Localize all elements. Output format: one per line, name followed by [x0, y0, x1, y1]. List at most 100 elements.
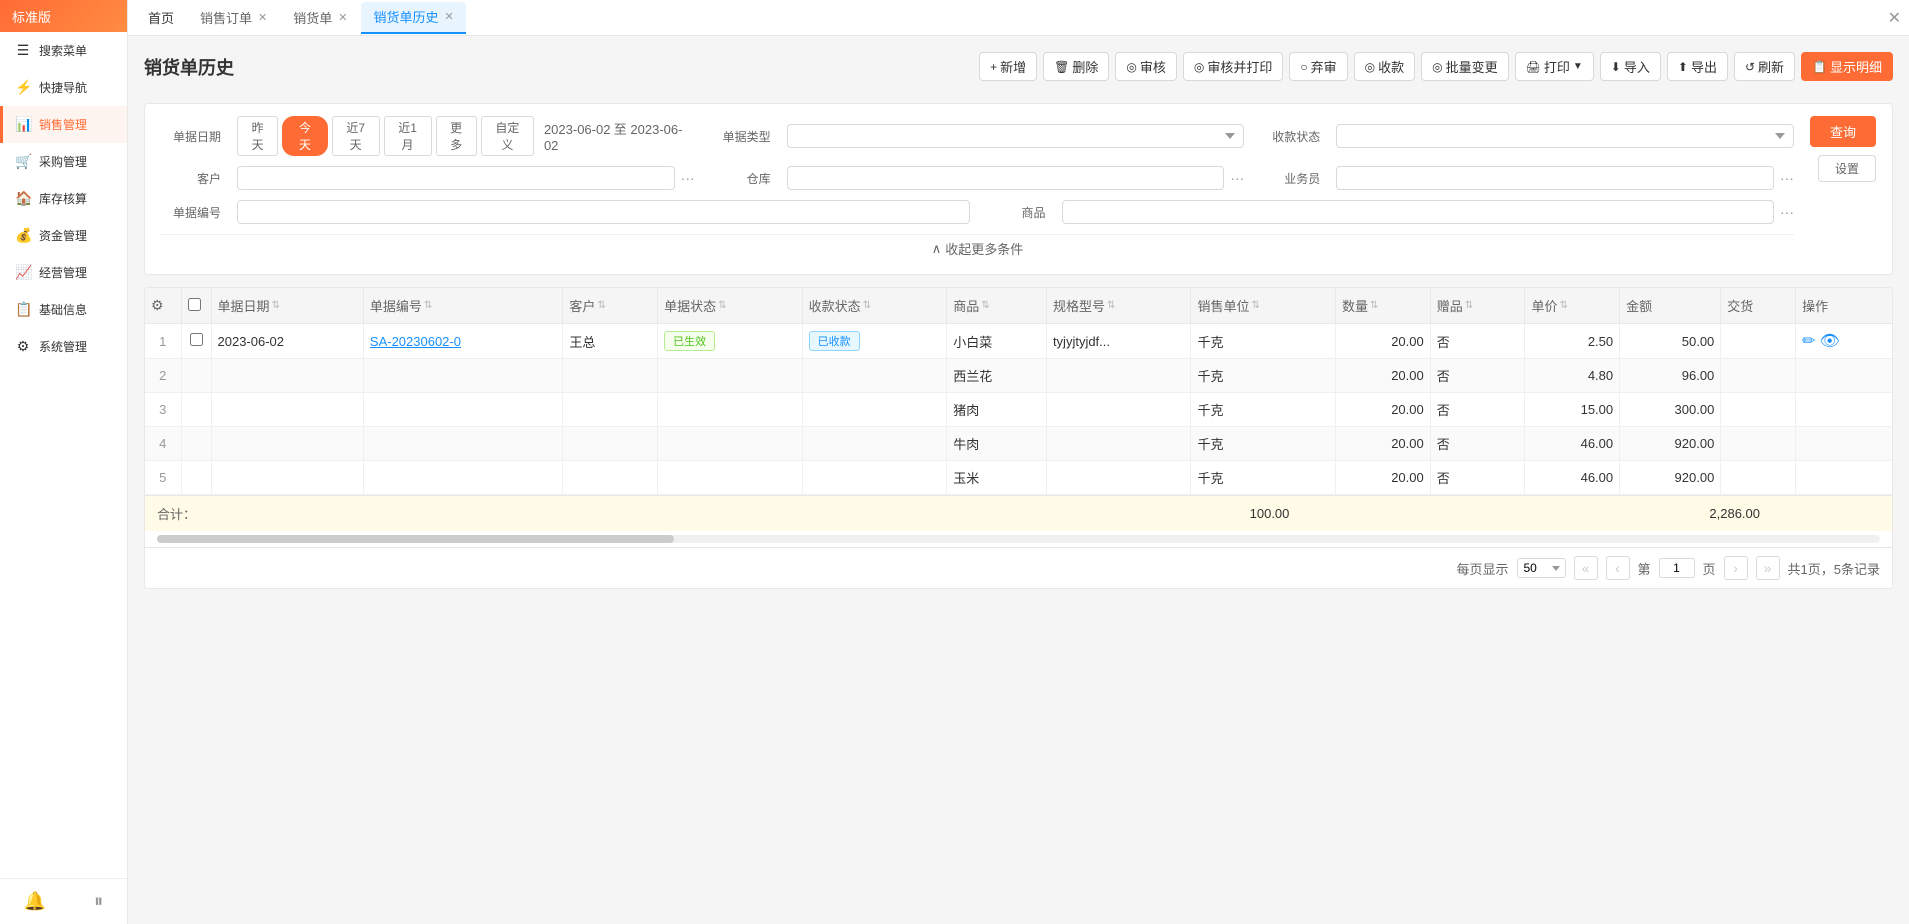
abandon-icon: ○ [1300, 60, 1307, 74]
filter-main: 单据日期 昨天 今天 近7天 近1月 更多 自定义 2023 [161, 116, 1794, 262]
cell-doc-status [658, 393, 803, 427]
table-container: ⚙ 单据日期 ⇅ 单据编号 [144, 287, 1893, 589]
page-content: 销货单历史 + 新增 🗑 删除 ◎ 审核 ◎ 审核并打印 [128, 36, 1909, 924]
audit-button[interactable]: ◎ 审核 [1115, 52, 1177, 81]
sort-payment-status-icon[interactable]: ⇅ [863, 300, 871, 311]
sort-gift-icon[interactable]: ⇅ [1465, 300, 1473, 311]
goods-dots[interactable]: ··· [1780, 204, 1794, 220]
query-button[interactable]: 查询 [1810, 116, 1876, 147]
tab-home[interactable]: 首页 [136, 2, 186, 34]
export-button[interactable]: ⬆ 导出 [1667, 52, 1728, 81]
goods-input[interactable] [1062, 200, 1775, 224]
tab-sales-history-close[interactable]: ✕ [445, 10, 454, 23]
payment-status-select[interactable] [1336, 124, 1794, 148]
customer-input[interactable] [237, 166, 675, 190]
th-transaction-label: 交货 [1727, 299, 1753, 314]
first-page-button[interactable]: « [1574, 556, 1598, 580]
cell-doc-number [363, 427, 563, 461]
th-spec-label: 规格型号 [1053, 296, 1105, 315]
salesperson-dots[interactable]: ··· [1780, 170, 1794, 186]
warehouse-dots[interactable]: ··· [1230, 170, 1244, 186]
edit-icon[interactable]: ✏ [1802, 331, 1815, 351]
abandon-button[interactable]: ○ 弃审 [1289, 52, 1347, 81]
collect-button[interactable]: ◎ 收款 [1354, 52, 1416, 81]
page-size-select[interactable]: 50 100 200 [1517, 558, 1566, 578]
row-actions: ✏ 👁 [1802, 331, 1886, 351]
cell-doc-number: SA-20230602-0 [363, 324, 563, 359]
settings-button[interactable]: 设置 [1818, 155, 1876, 182]
date-btn-1month[interactable]: 近1月 [384, 116, 432, 156]
pagination-bar: 每页显示 50 100 200 « ‹ 第 页 › » 共1页，5条记录 [145, 547, 1892, 588]
collapse-text: 收起更多条件 [945, 239, 1023, 258]
sort-doc-date-icon[interactable]: ⇅ [272, 300, 280, 311]
date-btn-yesterday[interactable]: 昨天 [237, 116, 278, 156]
delete-button[interactable]: 🗑 删除 [1043, 52, 1109, 81]
sort-customer-icon[interactable]: ⇅ [597, 300, 605, 311]
date-btn-more[interactable]: 更多 [436, 116, 477, 156]
tab-sales-goods[interactable]: 销货单 ✕ [281, 2, 359, 34]
salesperson-input[interactable] [1336, 166, 1774, 190]
doc-type-select[interactable] [787, 124, 1245, 148]
refresh-icon: ↺ [1745, 60, 1755, 74]
table-body: 1 2023-06-02 SA-20230602-0 王总 已生效 已收款 小白… [145, 324, 1892, 495]
ops-mgmt-icon: 📈 [15, 264, 31, 281]
sort-doc-number-icon[interactable]: ⇅ [424, 300, 432, 311]
next-page-button[interactable]: › [1724, 556, 1748, 580]
pause-icon[interactable]: ⏸ [90, 887, 107, 916]
view-icon[interactable]: 👁 [1820, 331, 1840, 351]
notification-icon[interactable]: 🔔 [20, 887, 50, 916]
sort-spec-icon[interactable]: ⇅ [1107, 300, 1115, 311]
sort-doc-status-icon[interactable]: ⇅ [718, 300, 726, 311]
sidebar-item-search-menu[interactable]: ☰ 搜索菜单 [0, 32, 127, 69]
date-btn-7days[interactable]: 近7天 [332, 116, 380, 156]
page-input[interactable] [1659, 558, 1695, 578]
table-row: 2 西兰花 千克 20.00 否 4.80 96.00 [145, 359, 1892, 393]
batch-change-button[interactable]: ◎ 批量变更 [1421, 52, 1509, 81]
show-details-button[interactable]: 📋 显示明细 [1801, 52, 1893, 81]
customer-dots[interactable]: ··· [681, 170, 695, 186]
tab-sales-order-close[interactable]: ✕ [258, 11, 267, 24]
sort-qty-icon[interactable]: ⇅ [1370, 300, 1378, 311]
sort-unit-price-icon[interactable]: ⇅ [1559, 300, 1567, 311]
doc-number-link[interactable]: SA-20230602-0 [370, 334, 461, 349]
sidebar-item-label: 采购管理 [39, 153, 87, 170]
tab-sales-goods-close[interactable]: ✕ [338, 11, 347, 24]
doc-number-input[interactable] [237, 200, 970, 224]
warehouse-input[interactable] [787, 166, 1225, 190]
cell-payment-status: 已收款 [802, 324, 947, 359]
sort-unit-icon[interactable]: ⇅ [1252, 300, 1260, 311]
cell-doc-date: 2023-06-02 [211, 324, 363, 359]
sidebar-item-inventory-calc[interactable]: 🏠 库存核算 [0, 180, 127, 217]
collapse-button[interactable]: ∧ 收起更多条件 [161, 234, 1794, 262]
sidebar-item-system-mgmt[interactable]: ⚙ 系统管理 [0, 328, 127, 365]
refresh-button[interactable]: ↺ 刷新 [1734, 52, 1795, 81]
goods-field: ··· [1062, 200, 1795, 224]
prev-page-button[interactable]: ‹ [1606, 556, 1630, 580]
add-button[interactable]: + 新增 [979, 52, 1037, 81]
sidebar-item-ops-mgmt[interactable]: 📈 经营管理 [0, 254, 127, 291]
th-goods-label: 商品 [953, 296, 979, 315]
sidebar-item-sales-mgmt[interactable]: 📊 销售管理 [0, 106, 127, 143]
gear-icon[interactable]: ⚙ [151, 297, 164, 313]
date-btn-custom[interactable]: 自定义 [481, 116, 534, 156]
sidebar-item-quick-nav[interactable]: ⚡ 快捷导航 [0, 69, 127, 106]
sidebar-item-basic-info[interactable]: 📋 基础信息 [0, 291, 127, 328]
audit-print-button[interactable]: ◎ 审核并打印 [1183, 52, 1284, 81]
sort-goods-icon[interactable]: ⇅ [981, 300, 989, 311]
data-table: ⚙ 单据日期 ⇅ 单据编号 [145, 288, 1892, 495]
tab-sales-order[interactable]: 销售订单 ✕ [188, 2, 279, 34]
sidebar-item-purchase-mgmt[interactable]: 🛒 采购管理 [0, 143, 127, 180]
select-all-checkbox[interactable] [188, 298, 201, 311]
window-close-icon[interactable]: ✕ [1888, 8, 1901, 28]
th-gear: ⚙ [145, 288, 181, 324]
sidebar-item-finance-mgmt[interactable]: 💰 资金管理 [0, 217, 127, 254]
th-payment-status-label: 收款状态 [809, 296, 861, 315]
import-button[interactable]: ⬇ 导入 [1600, 52, 1661, 81]
date-btn-today[interactable]: 今天 [282, 116, 327, 156]
row-checkbox[interactable] [190, 333, 203, 346]
sidebar-item-label: 资金管理 [39, 227, 87, 244]
tab-sales-history[interactable]: 销货单历史 ✕ [361, 2, 465, 34]
print-button[interactable]: 🖨 打印 ▼ [1515, 52, 1594, 81]
horizontal-scrollbar[interactable] [157, 535, 1880, 543]
last-page-button[interactable]: » [1756, 556, 1780, 580]
